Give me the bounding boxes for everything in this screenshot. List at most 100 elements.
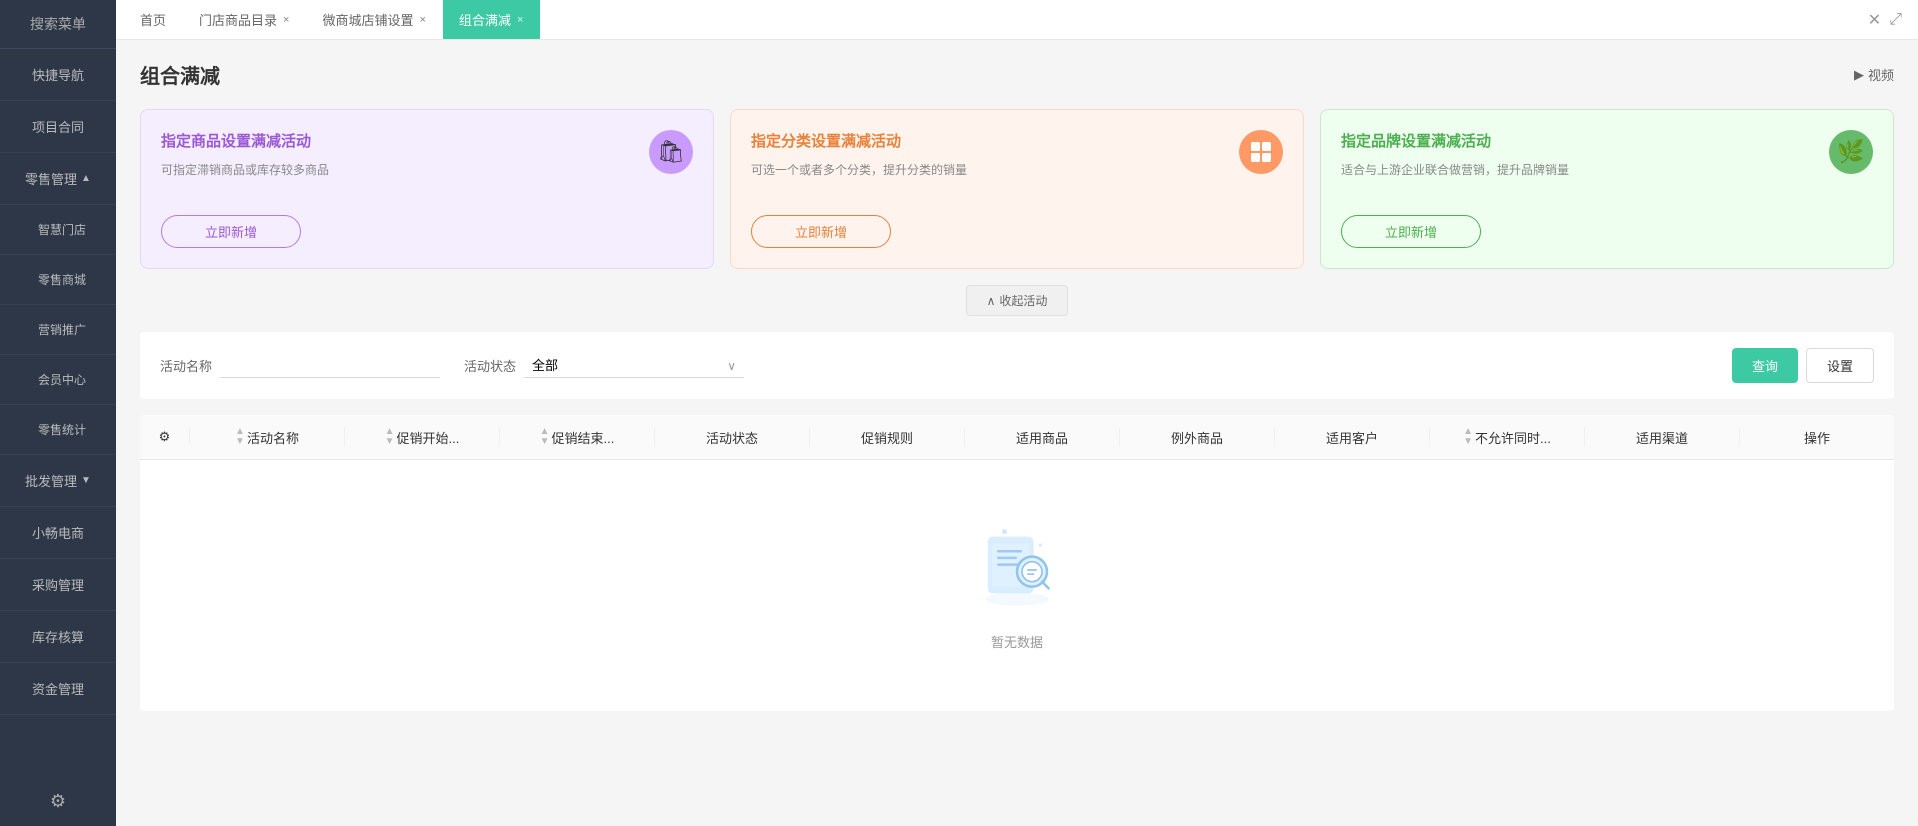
- chevron-up-icon: ▲: [81, 173, 91, 184]
- brand-card-icon: 🌿: [1829, 130, 1873, 174]
- category-promo-card: 指定分类设置满减活动 可选一个或者多个分类，提升分类的销量 立即新增: [730, 109, 1304, 269]
- activity-status-label: 活动状态: [464, 356, 516, 375]
- empty-state-illustration: [967, 520, 1067, 620]
- tab-wechat-store[interactable]: 微商城店铺设置 ×: [306, 0, 442, 39]
- tab-close-icon[interactable]: ×: [517, 14, 523, 26]
- tab-label: 门店商品目录: [199, 10, 277, 29]
- video-label: 视频: [1868, 65, 1894, 84]
- sidebar-item-label: 会员中心: [38, 371, 86, 388]
- empty-state: 暂无数据: [140, 460, 1894, 711]
- tabs-bar: 首页 门店商品目录 × 微商城店铺设置 × 组合满减 × ✕ ⤢: [116, 0, 1918, 40]
- sidebar-item-finance-mgmt[interactable]: 资金管理: [0, 663, 116, 715]
- tab-close-icon[interactable]: ×: [283, 14, 289, 26]
- video-link[interactable]: ▶ 视频: [1854, 65, 1894, 84]
- sidebar-item-retail-mgmt[interactable]: 零售管理 ▲: [0, 153, 116, 205]
- activity-name-input[interactable]: [220, 354, 440, 378]
- brand-card-desc: 适合与上游企业联合做营销，提升品牌销量: [1341, 161, 1740, 180]
- th-activity-name: ▲▼ 活动名称: [190, 427, 345, 447]
- sidebar-item-wholesale-mgmt[interactable]: 批发管理 ▼: [0, 455, 116, 507]
- activity-status-select[interactable]: 全部 进行中 未开始 已结束 已禁用: [524, 354, 744, 378]
- brand-card-title: 指定品牌设置满减活动: [1341, 130, 1873, 151]
- sort-icon[interactable]: ▲▼: [385, 427, 395, 447]
- chevron-down-icon: ▼: [81, 475, 91, 486]
- category-card-title: 指定分类设置满减活动: [751, 130, 1283, 151]
- collapse-activity-btn[interactable]: ∧ 收起活动: [966, 285, 1069, 316]
- th-promo-rule: 促销规则: [810, 428, 965, 447]
- th-promo-end: ▲▼ 促销结束...: [500, 427, 655, 447]
- search-row: 活动名称 活动状态 全部 进行中 未开始 已结束 已禁用 查询 设置: [140, 332, 1894, 399]
- th-applicable-channel: 适用渠道: [1585, 428, 1740, 447]
- sidebar-item-label: 零售管理: [25, 169, 77, 188]
- sidebar-item-label: 快捷导航: [32, 65, 84, 84]
- sidebar-item-quick-nav[interactable]: 快捷导航: [0, 49, 116, 101]
- sidebar-search[interactable]: 搜索菜单: [0, 0, 116, 49]
- th-exception-goods: 例外商品: [1120, 428, 1275, 447]
- sidebar-item-label: 零售统计: [38, 421, 86, 438]
- close-window-icon[interactable]: ✕: [1868, 10, 1881, 30]
- brand-promo-card: 🌿 指定品牌设置满减活动 适合与上游企业联合做营销，提升品牌销量 立即新增: [1320, 109, 1894, 269]
- th-activity-status: 活动状态: [655, 428, 810, 447]
- th-operation: 操作: [1740, 428, 1894, 447]
- play-circle-icon: ▶: [1854, 67, 1864, 83]
- tab-label: 首页: [140, 10, 166, 29]
- activity-name-field: 活动名称: [160, 354, 440, 378]
- maximize-icon[interactable]: ⤢: [1889, 11, 1902, 29]
- query-btn[interactable]: 查询: [1732, 348, 1798, 383]
- sidebar-item-label: 采购管理: [32, 575, 84, 594]
- th-no-concurrent: ▲▼ 不允许同时...: [1430, 427, 1585, 447]
- tab-label: 组合满减: [459, 10, 511, 29]
- sidebar-item-retail-stats[interactable]: 零售统计: [0, 405, 116, 455]
- tab-home[interactable]: 首页: [124, 0, 183, 39]
- th-promo-start: ▲▼ 促销开始...: [345, 427, 500, 447]
- sidebar-item-label: 项目合同: [32, 117, 84, 136]
- chevron-up-icon: ∧: [987, 294, 996, 308]
- th-applicable-goods: 适用商品: [965, 428, 1120, 447]
- sidebar-item-smart-store[interactable]: 智慧门店: [0, 205, 116, 255]
- activity-status-select-wrapper: 全部 进行中 未开始 已结束 已禁用: [524, 354, 744, 378]
- collapse-btn-label: 收起活动: [999, 292, 1047, 309]
- sidebar: 搜索菜单 快捷导航 项目合同 零售管理 ▲ 智慧门店 零售商城 营销推广 会员中…: [0, 0, 116, 826]
- main-content: 首页 门店商品目录 × 微商城店铺设置 × 组合满减 × ✕ ⤢ 组合满减: [116, 0, 1918, 826]
- sort-icon[interactable]: ▲▼: [235, 427, 245, 447]
- collapse-row: ∧ 收起活动: [140, 285, 1894, 316]
- page-title: 组合满减: [140, 60, 220, 89]
- sidebar-item-xiaochang[interactable]: 小畅电商: [0, 507, 116, 559]
- th-gear[interactable]: ⚙: [140, 429, 190, 445]
- settings-btn[interactable]: 设置: [1806, 348, 1874, 383]
- category-card-desc: 可选一个或者多个分类，提升分类的销量: [751, 161, 1150, 180]
- product-card-add-btn[interactable]: 立即新增: [161, 215, 301, 248]
- gear-icon: ⚙: [50, 791, 66, 811]
- page-header: 组合满减 ▶ 视频: [140, 60, 1894, 89]
- tab-close-icon[interactable]: ×: [419, 14, 425, 26]
- sort-icon[interactable]: ▲▼: [540, 427, 550, 447]
- page-body: 组合满减 ▶ 视频 🛍 指定商品设置满减活动 可指定滞销商品或库存较多商品 立即…: [116, 40, 1918, 826]
- product-card-icon: 🛍: [649, 130, 693, 174]
- activity-name-label: 活动名称: [160, 356, 212, 375]
- activity-table: ⚙ ▲▼ 活动名称 ▲▼ 促销开始... ▲▼ 促销结束... 活动状态: [140, 415, 1894, 711]
- activity-status-field: 活动状态 全部 进行中 未开始 已结束 已禁用: [464, 354, 744, 378]
- gear-icon: ⚙: [159, 429, 171, 445]
- sidebar-item-purchase-mgmt[interactable]: 采购管理: [0, 559, 116, 611]
- sidebar-item-marketing[interactable]: 营销推广: [0, 305, 116, 355]
- sort-icon[interactable]: ▲▼: [1463, 427, 1473, 447]
- th-applicable-customer: 适用客户: [1275, 428, 1430, 447]
- sidebar-item-inventory-calc[interactable]: 库存核算: [0, 611, 116, 663]
- search-buttons: 查询 设置: [1732, 348, 1874, 383]
- tab-product-catalog[interactable]: 门店商品目录 ×: [183, 0, 306, 39]
- settings-icon-btn[interactable]: ⚙: [0, 777, 116, 826]
- brand-card-add-btn[interactable]: 立即新增: [1341, 215, 1481, 248]
- empty-state-text: 暂无数据: [991, 632, 1043, 651]
- tabs-list: 首页 门店商品目录 × 微商城店铺设置 × 组合满减 ×: [124, 0, 540, 39]
- tab-label: 微商城店铺设置: [322, 10, 413, 29]
- table-header: ⚙ ▲▼ 活动名称 ▲▼ 促销开始... ▲▼ 促销结束... 活动状态: [140, 415, 1894, 460]
- category-card-add-btn[interactable]: 立即新增: [751, 215, 891, 248]
- sidebar-item-member-center[interactable]: 会员中心: [0, 355, 116, 405]
- sidebar-item-label: 批发管理: [25, 471, 77, 490]
- sidebar-item-label: 零售商城: [38, 271, 86, 288]
- category-card-icon: [1239, 130, 1283, 174]
- sidebar-item-label: 库存核算: [32, 627, 84, 646]
- tab-combo-discount[interactable]: 组合满减 ×: [443, 0, 540, 39]
- sidebar-item-project-contract[interactable]: 项目合同: [0, 101, 116, 153]
- sidebar-item-label: 资金管理: [32, 679, 84, 698]
- sidebar-item-retail-mall[interactable]: 零售商城: [0, 255, 116, 305]
